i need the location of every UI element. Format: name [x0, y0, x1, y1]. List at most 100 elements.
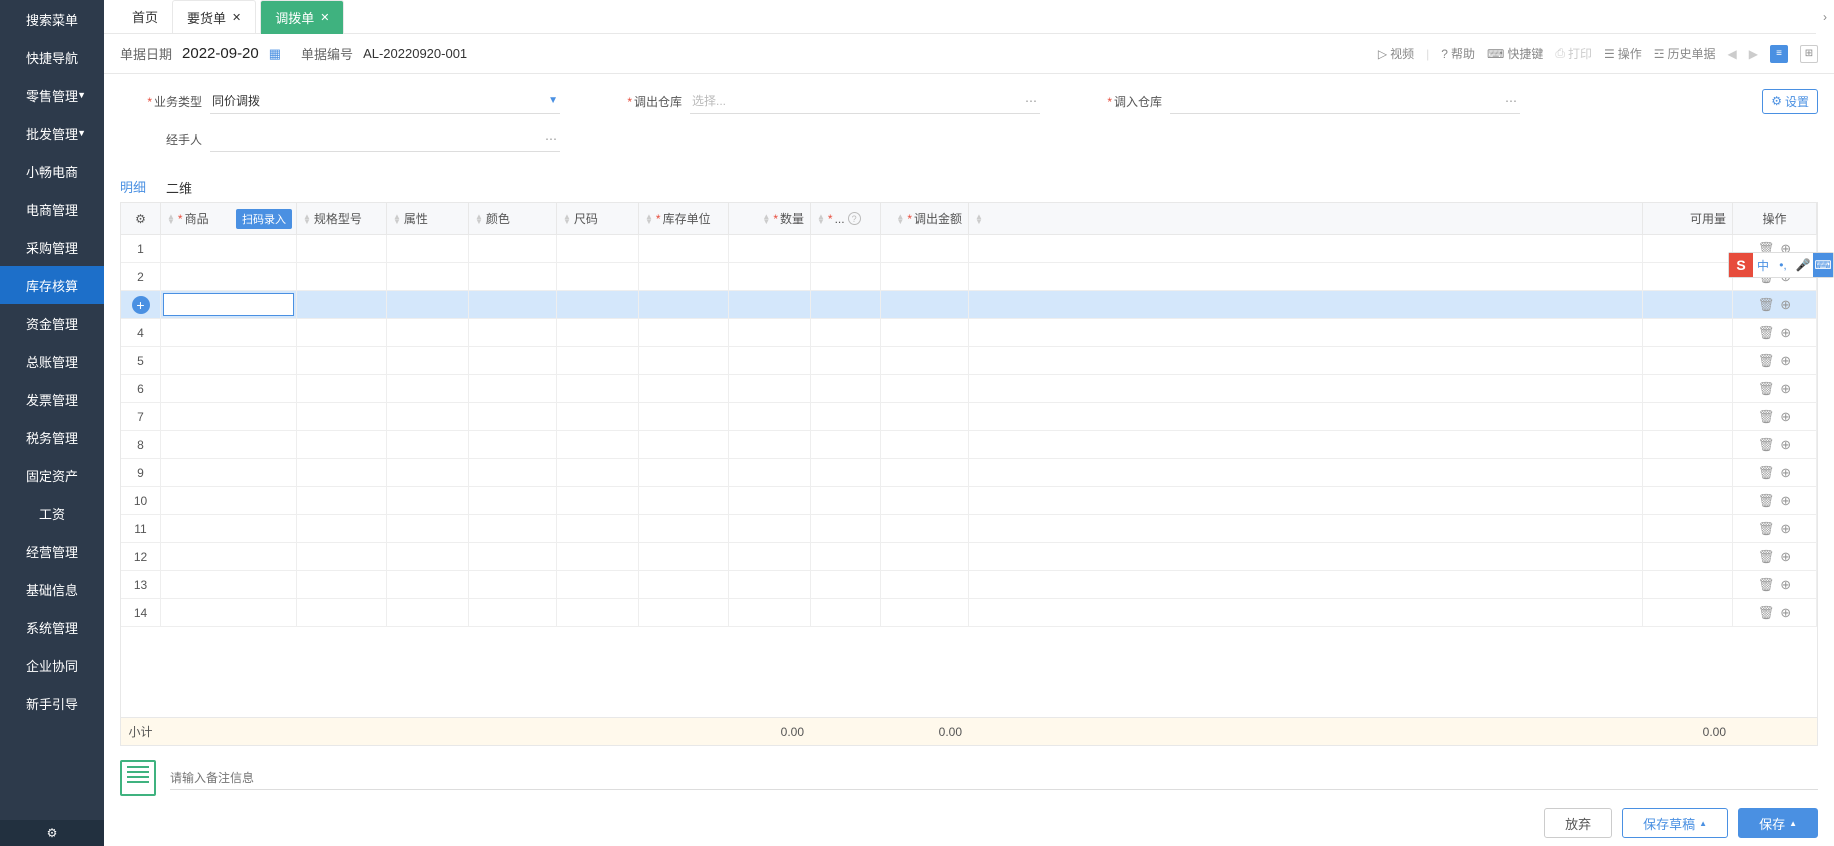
sidebar-item-15[interactable]: 基础信息	[0, 570, 104, 608]
more-icon[interactable]: ⋯	[1025, 94, 1038, 108]
delete-row-icon[interactable]: 🗑	[1758, 381, 1775, 397]
video-action[interactable]: ▷视频	[1378, 45, 1414, 62]
delete-row-icon[interactable]: 🗑	[1758, 353, 1775, 369]
shortcut-action[interactable]: ⌨快捷键	[1487, 45, 1543, 62]
sidebar-item-14[interactable]: 经营管理	[0, 532, 104, 570]
th-spec[interactable]: ▲▼规格型号	[297, 203, 387, 234]
table-row[interactable]: 12🗑⊕	[121, 543, 1817, 571]
delete-row-icon[interactable]: 🗑	[1758, 409, 1775, 425]
doc-date-value[interactable]: 2022-09-20	[182, 45, 259, 62]
close-icon[interactable]: ✕	[232, 11, 241, 24]
sidebar-item-18[interactable]: 新手引导	[0, 684, 104, 722]
handler-select[interactable]: ⋯	[210, 126, 560, 152]
sidebar-item-17[interactable]: 企业协同	[0, 646, 104, 684]
insert-row-icon[interactable]: ⊕	[1780, 605, 1791, 621]
print-action[interactable]: ⎙打印	[1555, 45, 1592, 62]
sidebar-item-12[interactable]: 固定资产	[0, 456, 104, 494]
insert-row-icon[interactable]: ⊕	[1780, 437, 1791, 453]
prev-doc[interactable]: ◀	[1728, 47, 1737, 61]
delete-row-icon[interactable]: 🗑	[1758, 437, 1775, 453]
ime-keyboard-icon[interactable]: ⌨	[1813, 253, 1833, 277]
save-draft-button[interactable]: 保存草稿▲	[1622, 808, 1728, 838]
table-row[interactable]: 13🗑⊕	[121, 571, 1817, 599]
remark-input[interactable]	[170, 767, 1818, 789]
biz-type-select[interactable]: 同价调拨 ▼	[210, 88, 560, 114]
delete-row-icon[interactable]: 🗑	[1758, 549, 1775, 565]
tab-2[interactable]: 调拨单✕	[260, 0, 344, 34]
table-row[interactable]: 5🗑⊕	[121, 347, 1817, 375]
delete-row-icon[interactable]: 🗑	[1758, 297, 1775, 313]
table-row[interactable]: + 🗑 ⊕	[121, 291, 1817, 319]
delete-row-icon[interactable]: 🗑	[1758, 577, 1775, 593]
add-row-button[interactable]: +	[132, 296, 150, 314]
view-list-icon[interactable]: ≡	[1770, 45, 1788, 63]
th-attr[interactable]: ▲▼属性	[387, 203, 469, 234]
delete-row-icon[interactable]: 🗑	[1758, 325, 1775, 341]
th-color[interactable]: ▲▼颜色	[469, 203, 557, 234]
insert-row-icon[interactable]: ⊕	[1780, 297, 1791, 313]
table-config-icon[interactable]: ⚙	[121, 203, 161, 234]
sidebar-item-4[interactable]: 小畅电商	[0, 152, 104, 190]
out-warehouse-select[interactable]: 选择... ⋯	[690, 88, 1040, 114]
sidebar-item-13[interactable]: 工资	[0, 494, 104, 532]
th-unit[interactable]: ▲▼*库存单位	[639, 203, 729, 234]
th-more[interactable]: ▲▼*...?	[811, 203, 881, 234]
more-icon[interactable]: ⋯	[545, 132, 558, 146]
ime-punct-icon[interactable]: •,	[1773, 253, 1793, 277]
help-icon[interactable]: ?	[848, 212, 861, 225]
sidebar-settings[interactable]: ⚙	[0, 820, 104, 846]
settings-button[interactable]: ⚙ 设置	[1762, 89, 1818, 114]
more-icon[interactable]: ⋯	[1505, 94, 1518, 108]
sidebar-item-6[interactable]: 采购管理	[0, 228, 104, 266]
sidebar-item-11[interactable]: 税务管理	[0, 418, 104, 456]
th-avail[interactable]: 可用量	[1643, 203, 1733, 234]
ime-mic-icon[interactable]: 🎤	[1793, 253, 1813, 277]
table-row[interactable]: 14🗑⊕	[121, 599, 1817, 627]
sidebar-item-7[interactable]: 库存核算	[0, 266, 104, 304]
table-row[interactable]: 6🗑⊕	[121, 375, 1817, 403]
sidebar-item-10[interactable]: 发票管理	[0, 380, 104, 418]
table-row[interactable]: 1🗑⊕	[121, 235, 1817, 263]
table-row[interactable]: 2🗑⊕	[121, 263, 1817, 291]
sidebar-item-3[interactable]: 批发管理▼	[0, 114, 104, 152]
ime-lang[interactable]: 中	[1753, 253, 1773, 277]
insert-row-icon[interactable]: ⊕	[1780, 521, 1791, 537]
insert-row-icon[interactable]: ⊕	[1780, 577, 1791, 593]
tabs-scroll-right-icon[interactable]: ›	[1816, 0, 1834, 34]
product-input[interactable]	[163, 293, 294, 316]
in-warehouse-select[interactable]: ⋯	[1170, 88, 1520, 114]
help-action[interactable]: ?帮助	[1441, 45, 1475, 62]
th-product[interactable]: ▲▼*商品扫码录入	[161, 203, 297, 234]
insert-row-icon[interactable]: ⊕	[1780, 353, 1791, 369]
table-row[interactable]: 4🗑⊕	[121, 319, 1817, 347]
history-action[interactable]: ☲历史单据	[1654, 45, 1716, 62]
save-button[interactable]: 保存▲	[1738, 808, 1818, 838]
insert-row-icon[interactable]: ⊕	[1780, 493, 1791, 509]
table-row[interactable]: 11🗑⊕	[121, 515, 1817, 543]
insert-row-icon[interactable]: ⊕	[1780, 465, 1791, 481]
insert-row-icon[interactable]: ⊕	[1780, 549, 1791, 565]
tab-1[interactable]: 要货单✕	[172, 0, 256, 34]
delete-row-icon[interactable]: 🗑	[1758, 465, 1775, 481]
discard-button[interactable]: 放弃	[1544, 808, 1612, 838]
subtab-detail[interactable]: 明细	[120, 171, 146, 204]
sidebar-item-1[interactable]: 快捷导航	[0, 38, 104, 76]
th-qty[interactable]: ▲▼*数量	[729, 203, 811, 234]
subtab-matrix[interactable]: 二维	[166, 172, 192, 203]
insert-row-icon[interactable]: ⊕	[1780, 381, 1791, 397]
close-icon[interactable]: ✕	[320, 11, 329, 24]
insert-row-icon[interactable]: ⊕	[1780, 325, 1791, 341]
table-row[interactable]: 7🗑⊕	[121, 403, 1817, 431]
next-doc[interactable]: ▶	[1749, 47, 1758, 61]
insert-row-icon[interactable]: ⊕	[1780, 409, 1791, 425]
sidebar-item-2[interactable]: 零售管理▼	[0, 76, 104, 114]
delete-row-icon[interactable]: 🗑	[1758, 521, 1775, 537]
th-amount[interactable]: ▲▼*调出金额	[881, 203, 969, 234]
scan-input-button[interactable]: 扫码录入	[236, 209, 292, 229]
tab-0[interactable]: 首页	[118, 0, 172, 34]
sidebar-item-9[interactable]: 总账管理	[0, 342, 104, 380]
delete-row-icon[interactable]: 🗑	[1758, 605, 1775, 621]
table-row[interactable]: 9🗑⊕	[121, 459, 1817, 487]
sidebar-item-0[interactable]: 搜索菜单	[0, 0, 104, 38]
operate-action[interactable]: ☰操作	[1604, 45, 1642, 62]
